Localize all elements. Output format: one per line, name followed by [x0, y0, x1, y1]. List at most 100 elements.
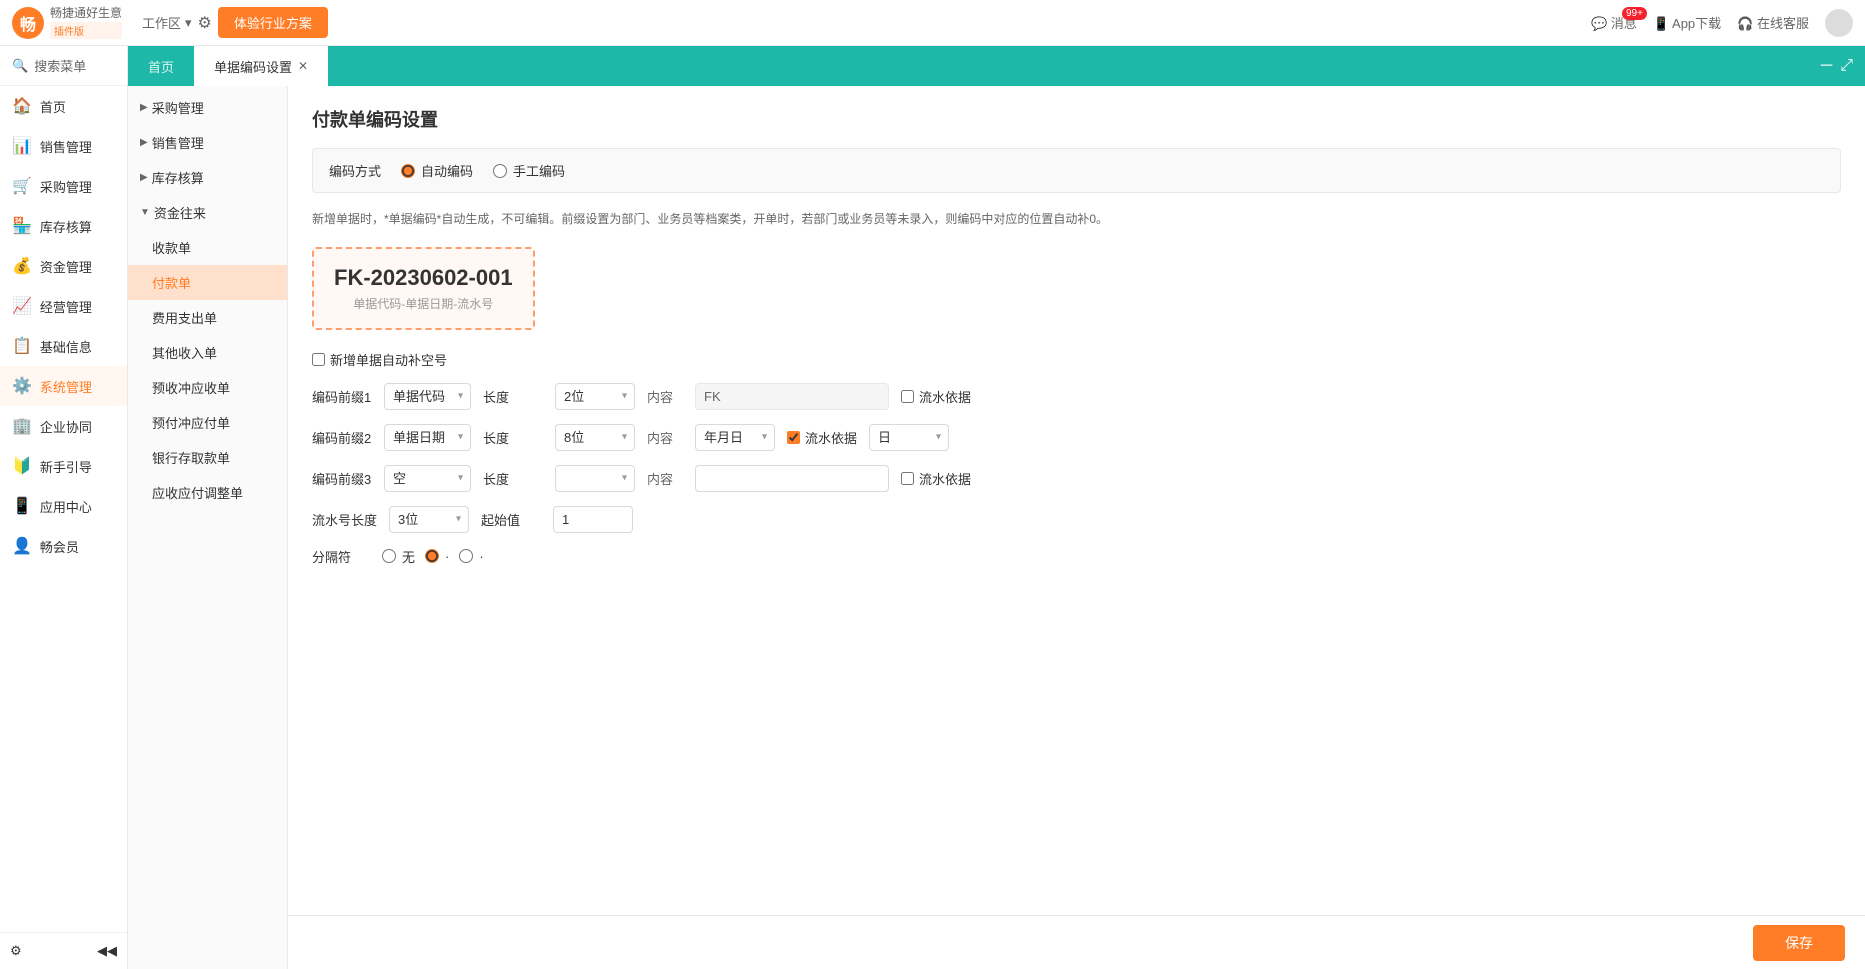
right-panel: 付款单编码设置 编码方式 自动编码 手工编码 [288, 86, 1865, 969]
sub-menu-group-inventory: ▶ 库存核算 [128, 160, 287, 195]
tab-bar-actions: ─ ⤢ [1821, 57, 1865, 75]
separator-none-option[interactable]: 无 [382, 547, 415, 566]
sub-menu-header-inventory[interactable]: ▶ 库存核算 [128, 160, 287, 195]
header-nav: 工作区 ▾ ⚙ 体验行业方案 [142, 7, 1581, 38]
sidebar-bottom: ⚙ ◀◀ [0, 932, 127, 969]
content-area: ▶ 采购管理 ▶ 销售管理 ▶ 库存核算 [128, 86, 1865, 969]
content-2-select[interactable]: 年 年月 年月日 [695, 424, 775, 451]
form-area: 付款单编码设置 编码方式 自动编码 手工编码 [288, 86, 1865, 915]
finance-icon: 💰 [12, 256, 32, 276]
sub-sidebar: ▶ 采购管理 ▶ 销售管理 ▶ 库存核算 [128, 86, 288, 969]
serial-length-label: 流水号长度 [312, 510, 377, 529]
tab-encode-settings[interactable]: 单据编码设置 ✕ [194, 46, 328, 86]
sales-icon: 📊 [12, 136, 32, 156]
sub-menu-group-sales: ▶ 销售管理 [128, 125, 287, 160]
sidebar-item-inventory[interactable]: 🏪 库存核算 [0, 206, 127, 246]
trial-button[interactable]: 体验行业方案 [218, 7, 328, 38]
prefix-1-select-wrapper: 单据代码 单据日期 空 [384, 383, 471, 410]
auto-fill-row: 新增单据自动补空号 [312, 350, 1841, 369]
sidebar-item-operation[interactable]: 📈 经营管理 [0, 286, 127, 326]
code-preview-box: FK-20230602-001 单据代码-单据日期-流水号 [312, 247, 535, 330]
sidebar-item-sales[interactable]: 📊 销售管理 [0, 126, 127, 166]
sub-menu-header-purchase[interactable]: ▶ 采购管理 [128, 90, 287, 125]
collapsed-arrow-icon: ▶ [140, 137, 148, 148]
settings-bottom-icon[interactable]: ⚙ [10, 943, 22, 959]
sidebar-item-home[interactable]: 🏠 首页 [0, 86, 127, 126]
minimize-icon[interactable]: ─ [1821, 57, 1832, 75]
content-3-input[interactable] [695, 465, 889, 492]
separator-dot2-option[interactable]: · [459, 549, 483, 564]
separator-dot-option[interactable]: · [425, 549, 449, 564]
workspace-dropdown[interactable]: 工作区 ▾ [142, 13, 192, 32]
app-download-button[interactable]: 📱 App下载 [1653, 13, 1721, 32]
sidebar-item-finance[interactable]: 💰 资金管理 [0, 246, 127, 286]
length-2-select[interactable]: 2位 4位 8位 [555, 424, 635, 451]
online-service-button[interactable]: 🎧 在线客服 [1737, 13, 1809, 32]
sidebar-item-guide[interactable]: 🔰 新手引导 [0, 446, 127, 486]
length-1-label: 长度 [483, 387, 543, 406]
serial-length-select[interactable]: 2位 3位 4位 [389, 506, 469, 533]
page-title: 付款单编码设置 [312, 106, 1841, 132]
waterflow-period-select[interactable]: 日 月 年 [869, 424, 949, 451]
sidebar-item-apps[interactable]: 📱 应用中心 [0, 486, 127, 526]
auto-encode-option[interactable]: 自动编码 [401, 161, 473, 180]
system-icon: ⚙️ [12, 376, 32, 396]
length-1-select[interactable]: 2位 4位 8位 [555, 383, 635, 410]
sub-menu-item-receipt[interactable]: 收款单 [128, 230, 287, 265]
apps-icon: 📱 [12, 496, 32, 516]
tab-home[interactable]: 首页 [128, 46, 194, 86]
waterflow-period-select-wrapper: 日 月 年 [869, 424, 949, 451]
avatar[interactable] [1825, 9, 1853, 37]
prefix-3-label: 编码前缀3 [312, 469, 372, 488]
sub-menu-item-advance-offset[interactable]: 预付冲应付单 [128, 405, 287, 440]
inventory-icon: 🏪 [12, 216, 32, 236]
save-bar: 保存 [288, 915, 1865, 969]
prefix-3-select[interactable]: 单据代码 单据日期 空 [384, 465, 471, 492]
enterprise-icon: 🏢 [12, 416, 32, 436]
serial-length-select-wrapper: 2位 3位 4位 [389, 506, 469, 533]
prefix-1-select[interactable]: 单据代码 单据日期 空 [384, 383, 471, 410]
sub-menu-header-capital[interactable]: ▼ 资金往来 [128, 195, 287, 230]
prefix-row-2: 编码前缀2 单据代码 单据日期 空 长度 2位 [312, 424, 1841, 451]
waterflow-1-checkbox[interactable]: 流水依据 [901, 387, 971, 406]
sidebar-item-basic[interactable]: 📋 基础信息 [0, 326, 127, 366]
sidebar-item-purchase[interactable]: 🛒 采购管理 [0, 166, 127, 206]
sidebar-item-enterprise[interactable]: 🏢 企业协同 [0, 406, 127, 446]
start-value-input[interactable] [553, 506, 633, 533]
tab-bar: 首页 单据编码设置 ✕ ─ ⤢ [128, 46, 1865, 86]
manual-encode-option[interactable]: 手工编码 [493, 161, 565, 180]
message-button[interactable]: 💬 消息 99+ [1591, 13, 1637, 32]
sub-menu-item-adjustment[interactable]: 应收应付调整单 [128, 475, 287, 510]
maximize-icon[interactable]: ⤢ [1840, 57, 1853, 75]
collapsed-arrow-icon: ▶ [140, 172, 148, 183]
sub-menu-header-sales[interactable]: ▶ 销售管理 [128, 125, 287, 160]
sub-menu-item-expense[interactable]: 费用支出单 [128, 300, 287, 335]
length-3-select[interactable] [555, 465, 635, 492]
content-1-input [695, 383, 889, 410]
prefix-2-select-wrapper: 单据代码 单据日期 空 [384, 424, 471, 451]
sidebar-item-member[interactable]: 👤 畅会员 [0, 526, 127, 566]
sub-menu-item-prepay-offset[interactable]: 预收冲应收单 [128, 370, 287, 405]
auto-fill-checkbox[interactable]: 新增单据自动补空号 [312, 350, 447, 369]
waterflow-3-checkbox[interactable]: 流水依据 [901, 469, 971, 488]
sidebar: 🔍 搜索菜单 🏠 首页 📊 销售管理 🛒 采购管理 🏪 库存核算 💰 [0, 46, 128, 969]
prefix-1-label: 编码前缀1 [312, 387, 372, 406]
waterflow-2-checkbox[interactable]: 流水依据 [787, 428, 857, 447]
length-2-select-wrapper: 2位 4位 8位 [555, 424, 635, 451]
purchase-icon: 🛒 [12, 176, 32, 196]
sub-menu-item-bank[interactable]: 银行存取款单 [128, 440, 287, 475]
search-menu-button[interactable]: 🔍 搜索菜单 [0, 46, 127, 86]
search-icon: 🔍 [12, 58, 28, 74]
settings-icon[interactable]: ⚙ [198, 13, 212, 33]
save-button[interactable]: 保存 [1753, 925, 1845, 961]
sidebar-item-system[interactable]: ⚙️ 系统管理 [0, 366, 127, 406]
prefix-2-select[interactable]: 单据代码 单据日期 空 [384, 424, 471, 451]
chevron-down-icon: ▾ [185, 15, 192, 31]
prefix-row-3: 编码前缀3 单据代码 单据日期 空 长度 [312, 465, 1841, 492]
length-3-label: 长度 [483, 469, 543, 488]
tab-close-icon[interactable]: ✕ [298, 59, 308, 73]
sub-menu-item-payment[interactable]: 付款单 [128, 265, 287, 300]
sub-menu-item-other-income[interactable]: 其他收入单 [128, 335, 287, 370]
collapse-icon[interactable]: ◀◀ [97, 943, 117, 959]
length-3-select-wrapper [555, 465, 635, 492]
